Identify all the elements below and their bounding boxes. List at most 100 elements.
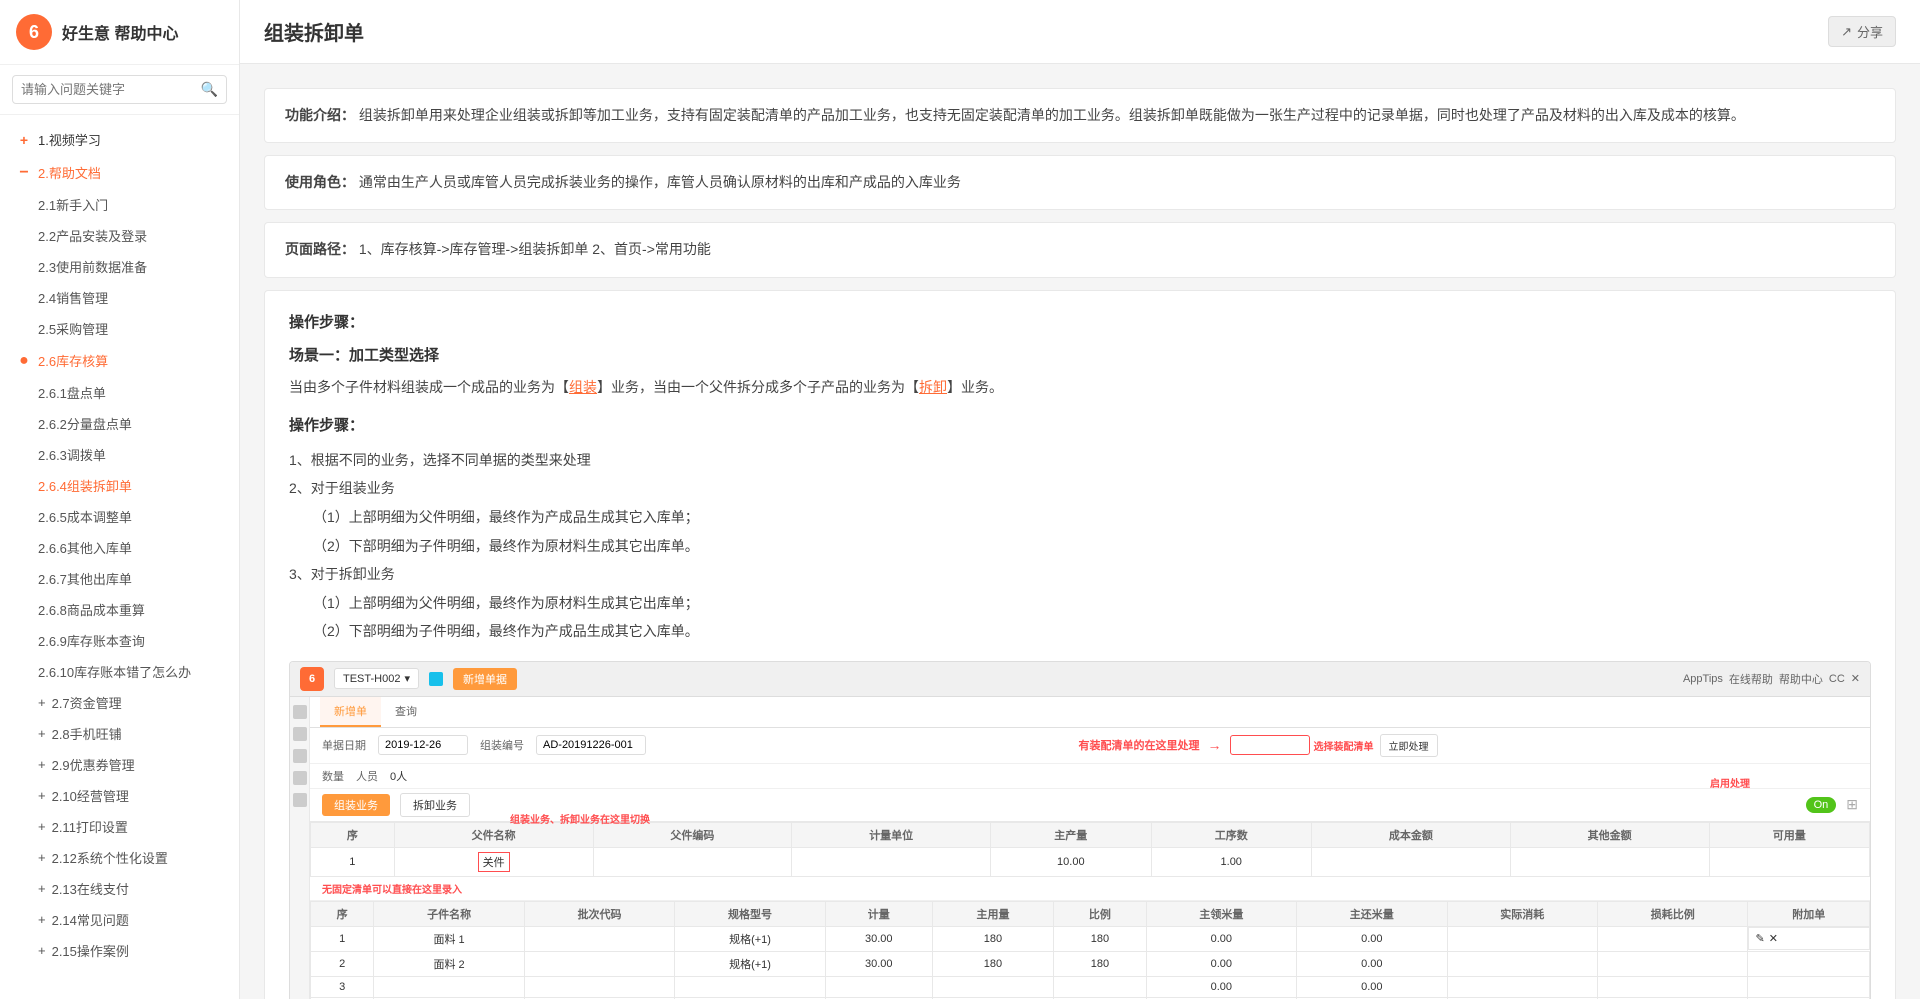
sidebar-item-purchase[interactable]: 2.5采购管理 — [0, 313, 239, 344]
mock-date-input[interactable] — [378, 735, 468, 755]
screenshot-container: 6 TEST-H002 ▾ 新增单据 AppTips — [289, 661, 1871, 999]
step2-subs: （1）上部明细为父件明细，最终作为产成品生成其它入库单； （2）下部明细为子件明… — [313, 504, 1871, 559]
th-qty: 主产量 — [991, 822, 1151, 847]
sidebar-item-sales-label: 2.4销售管理 — [38, 288, 108, 307]
mock-id-label: 组装编号 — [480, 737, 524, 753]
lower-table-row-3: 3 0.00 0.00 — [311, 976, 1870, 997]
sidebar-item-inventory[interactable]: ● 2.6库存核算 — [0, 344, 239, 377]
sidebar-item-partial-label: 2.6.2分量盘点单 — [38, 414, 132, 433]
sidebar-item-docs[interactable]: − 2.帮助文档 — [0, 156, 239, 189]
mock-help-label: 在线帮助 — [1729, 671, 1773, 687]
mock-sidebar-icon-2 — [293, 727, 307, 741]
on-badge[interactable]: On — [1806, 797, 1837, 813]
plus-icon-print: + — [38, 819, 46, 834]
mock-bom-input[interactable] — [1230, 735, 1310, 755]
search-icon[interactable]: 🔍 — [201, 81, 218, 98]
plus-icon-pay: + — [38, 881, 46, 896]
step1: 1、根据不同的业务，选择不同单据的类型来处理 — [289, 447, 1871, 474]
sidebar-item-pay[interactable]: + 2.13在线支付 — [0, 873, 239, 904]
mock-tab-query[interactable]: 查询 — [381, 697, 431, 727]
sidebar-item-stocktake[interactable]: 2.6.1盘点单 — [0, 377, 239, 408]
sidebar-item-new[interactable]: 2.1新手入门 — [0, 189, 239, 220]
mock-sidebar-icon-1 — [293, 705, 307, 719]
mock-screenshot: 6 TEST-H002 ▾ 新增单据 AppTips — [290, 662, 1870, 999]
sidebar-item-costrecalc[interactable]: 2.6.8商品成本重算 — [0, 594, 239, 625]
sidebar-item-data-label: 2.3使用前数据准备 — [38, 257, 147, 276]
sidebar-item-adjust[interactable]: 2.6.3调拨单 — [0, 439, 239, 470]
annotation1: 有装配清单的在这里处理 — [1079, 737, 1200, 753]
sidebar-item-inother[interactable]: 2.6.6其他入库单 — [0, 532, 239, 563]
step3-subs: （1）上部明细为父件明细，最终作为原材料生成其它出库单； （2）下部明细为子件明… — [313, 590, 1871, 645]
mock-app-selector: TEST-H002 ▾ — [334, 668, 419, 689]
sidebar-item-video[interactable]: + 1.视频学习 — [0, 123, 239, 156]
mock-assemble-btn[interactable]: 组装业务 — [322, 794, 390, 816]
th-process: 工序数 — [1151, 822, 1311, 847]
sidebar-item-cases-label: 2.15操作案例 — [52, 941, 129, 960]
mock-lower-table-header: 序 子件名称 批次代码 规格型号 计量 主用量 比例 主领米量 — [311, 901, 1870, 926]
mock-add-btn[interactable]: 新增单据 — [453, 668, 517, 690]
mock-sidebar-icon-5 — [293, 793, 307, 807]
th-unit: 计量单位 — [792, 822, 991, 847]
sidebar-item-outother[interactable]: 2.6.7其他出库单 — [0, 563, 239, 594]
mock-form-header: 单据日期 组装编号 有装配清单的在这里处理 → 选择装配清单 — [310, 728, 1870, 764]
sidebar-item-finance[interactable]: + 2.7资金管理 — [0, 687, 239, 718]
th-cost: 成本金额 — [1311, 822, 1510, 847]
nav-tree: + 1.视频学习 − 2.帮助文档 2.1新手入门 2.2产品安装及登录 2.3… — [0, 115, 239, 999]
sidebar-item-partial[interactable]: 2.6.2分量盘点单 — [0, 408, 239, 439]
sidebar-item-sales[interactable]: 2.4销售管理 — [0, 282, 239, 313]
lower-table-row-1: 1 面料 1 规格(+1) 30.00 180 180 0.00 — [311, 926, 1870, 951]
sidebar-item-cost[interactable]: 2.6.5成本调整单 — [0, 501, 239, 532]
edit-icon[interactable]: ✎ — [1755, 932, 1764, 945]
mock-sidebar-icon-4 — [293, 771, 307, 785]
sidebar-item-stockcheck[interactable]: 2.6.9库存账本查询 — [0, 625, 239, 656]
sidebar-item-cost-label: 2.6.5成本调整单 — [38, 507, 132, 526]
sidebar: 6 好生意 帮助中心 🔍 + 1.视频学习 − 2.帮助文档 2.1新手入门 2… — [0, 0, 240, 999]
mock-user-label: CC — [1829, 673, 1845, 685]
close-icon[interactable]: ✕ — [1851, 672, 1860, 685]
search-box[interactable]: 🔍 — [12, 75, 227, 104]
sidebar-item-install[interactable]: 2.2产品安装及登录 — [0, 220, 239, 251]
app-logo-title: 好生意 帮助中心 — [62, 20, 178, 44]
mock-apps-label: AppTips — [1683, 673, 1723, 685]
share-button[interactable]: ↗ 分享 — [1828, 16, 1896, 47]
sidebar-item-coupon[interactable]: + 2.9优惠券管理 — [0, 749, 239, 780]
sidebar-item-faq[interactable]: + 2.14常见问题 — [0, 904, 239, 935]
sidebar-item-ops[interactable]: + 2.10经营管理 — [0, 780, 239, 811]
mock-app-icon: 6 — [300, 667, 324, 691]
mock-helpcenter-label: 帮助中心 — [1779, 671, 1823, 687]
sidebar-item-mobile[interactable]: + 2.8手机旺铺 — [0, 718, 239, 749]
search-input[interactable] — [21, 82, 201, 97]
path-block: 页面路径： 1、库存核算->库存管理->组装拆卸单 2、首页->常用功能 — [264, 222, 1896, 277]
sidebar-item-stocktake-label: 2.6.1盘点单 — [38, 383, 106, 402]
sidebar-item-cases[interactable]: + 2.15操作案例 — [0, 935, 239, 966]
main-header: 组装拆卸单 ↗ 分享 — [240, 0, 1920, 64]
func-intro-block: 功能介绍： 组装拆卸单用来处理企业组装或拆卸等加工业务，支持有固定装配清单的产品… — [264, 88, 1896, 143]
mock-icon-1 — [429, 672, 443, 686]
sidebar-item-stockerror[interactable]: 2.6.10库存账本错了怎么办 — [0, 656, 239, 687]
sidebar-item-data[interactable]: 2.3使用前数据准备 — [0, 251, 239, 282]
th-seq: 序 — [311, 822, 395, 847]
mock-disassemble-btn[interactable]: 拆卸业务 — [400, 793, 470, 817]
delete-icon-1[interactable]: ✕ — [1769, 932, 1778, 945]
search-area: 🔍 — [0, 65, 239, 115]
mock-top-bar: 6 TEST-H002 ▾ 新增单据 AppTips — [290, 662, 1870, 697]
plus-icon-ops: + — [38, 788, 46, 803]
main-area: 组装拆卸单 ↗ 分享 功能介绍： 组装拆卸单用来处理企业组装或拆卸等加工业务，支… — [240, 0, 1920, 999]
mock-expand-icon[interactable]: ⊞ — [1846, 796, 1858, 813]
sidebar-item-custom[interactable]: + 2.12系统个性化设置 — [0, 842, 239, 873]
mock-on-toggle: On — [1806, 797, 1837, 813]
content-body: 功能介绍： 组装拆卸单用来处理企业组装或拆卸等加工业务，支持有固定装配清单的产品… — [240, 64, 1920, 999]
annotation3: 组装业务、拆卸业务在这里切换 — [510, 811, 650, 826]
sidebar-item-assemble[interactable]: 2.6.4组装拆卸单 — [0, 470, 239, 501]
parent-name-highlighted: 关件 — [478, 852, 510, 872]
sidebar-item-print[interactable]: + 2.11打印设置 — [0, 811, 239, 842]
sidebar-item-inother-label: 2.6.6其他入库单 — [38, 538, 132, 557]
ops-title: 操作步骤： — [289, 311, 1871, 332]
page-title: 组装拆卸单 — [264, 17, 364, 46]
sidebar-item-purchase-label: 2.5采购管理 — [38, 319, 108, 338]
mock-id-input[interactable] — [536, 735, 646, 755]
mock-tab-new[interactable]: 新增单 — [320, 697, 381, 727]
step3-sub2: （2）下部明细为子件明细，最终作为产成品生成其它入库单。 — [313, 618, 1871, 645]
mock-confirm-btn[interactable]: 立即处理 — [1380, 734, 1438, 757]
annotation4: 启用处理 — [1710, 775, 1750, 790]
